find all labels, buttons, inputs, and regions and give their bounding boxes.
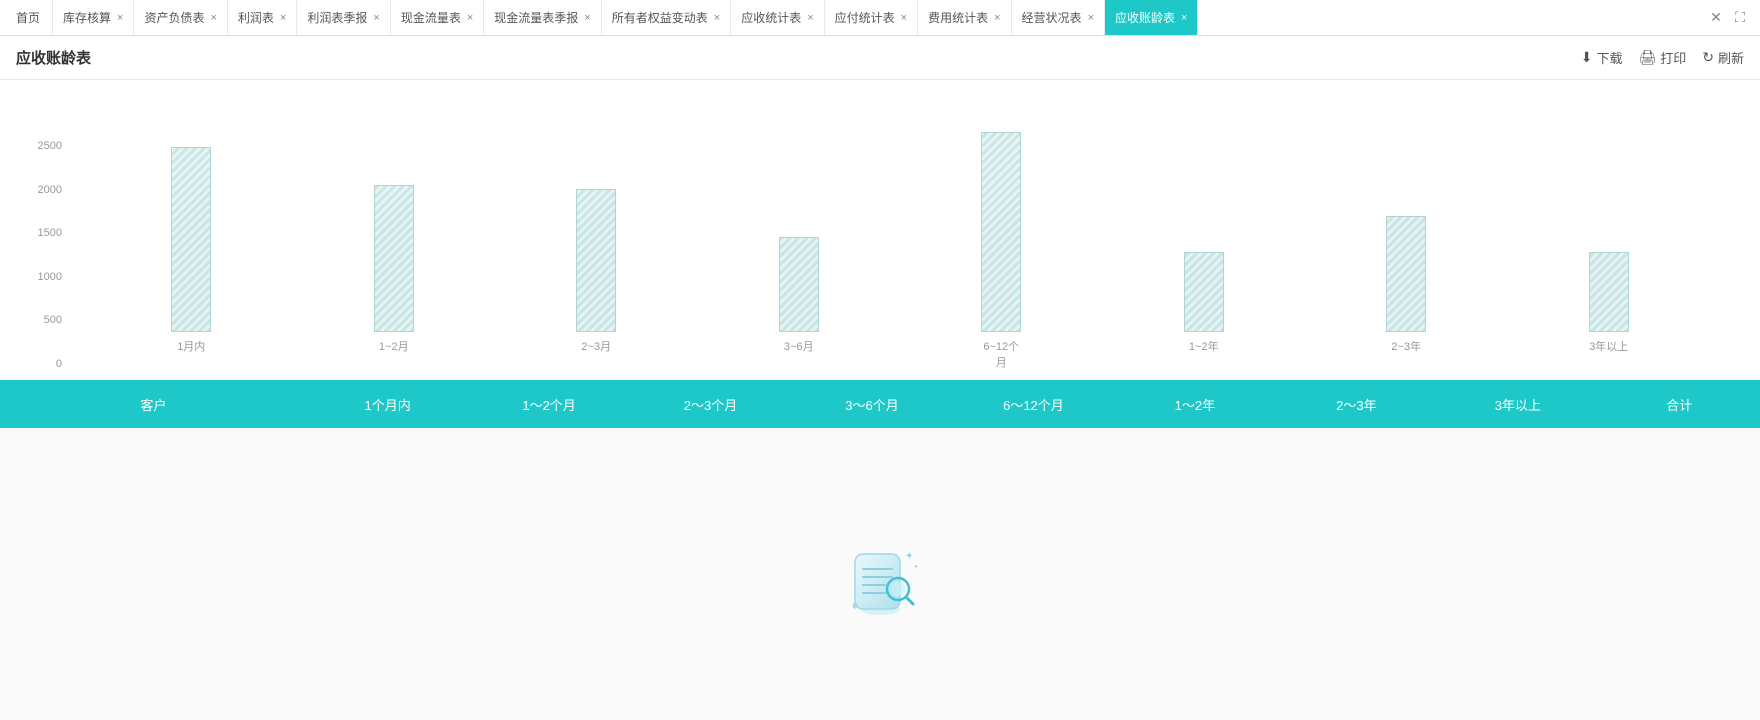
x-axis-labels: 1月内 1~2月 2~3月 3~6月 6~12个月 1~2年 2~3年 3年以上 [70,338,1730,370]
svg-text:✦: ✦ [913,563,919,571]
tab-close-icon[interactable]: × [901,12,907,24]
page-title: 应收账龄表 [16,47,91,68]
tab-home[interactable]: 首页 [4,0,53,36]
tab-label: 应收账龄表 [1115,9,1175,26]
svg-text:✦: ✦ [905,551,913,562]
chart-bar[interactable] [981,132,1021,332]
chart-bar[interactable] [1184,252,1224,332]
table-header: 客户1个月内1～2个月2～3个月3～6个月6～12个月1～2年2～3年3年以上合… [0,380,1760,428]
download-button[interactable]: ⬇ 下载 [1581,48,1623,67]
table-header-m1: 1个月内 [307,380,468,428]
tab-cashflow[interactable]: 现金流量表 × [391,0,484,36]
x-axis-label: 2~3年 [1386,338,1426,370]
tab-cashflow_quarterly[interactable]: 现金流量表季报 × [484,0,601,36]
close-window-button[interactable]: ✕ [1708,10,1724,26]
y-axis-label: 2500 [30,140,62,152]
tab-expense_stats[interactable]: 费用统计表 × [918,0,1011,36]
tab-home-label: 首页 [16,9,40,26]
tab-label: 利润表 [238,9,274,26]
tab-label: 费用统计表 [928,9,988,26]
table-header-y12: 1～2年 [1114,380,1275,428]
tab-close-icon[interactable]: × [584,12,590,24]
maximize-window-button[interactable]: ⛶ [1732,10,1748,26]
tab-inventory[interactable]: 库存核算 × [53,0,134,36]
table-header-customer: 客户 [0,380,307,428]
tab-equity[interactable]: 所有者权益变动表 × [602,0,731,36]
window-controls: ✕ ⛶ [1708,10,1756,26]
tab-label: 应收统计表 [741,9,801,26]
y-axis-label: 500 [30,314,62,326]
empty-illustration-icon: ✦ ✦ [835,534,925,624]
chart-area: 2500 2000 1500 1000 500 0 1月内 1~2月 2~3月 3~6月 6~12… [0,80,1760,380]
tab-close-icon[interactable]: × [373,12,379,24]
chart-inner: 1月内 1~2月 2~3月 3~6月 6~12个月 1~2年 2~3年 3年以上 [70,332,1730,370]
tab-label: 库存核算 [63,9,111,26]
empty-state: ✦ ✦ [835,534,925,624]
tab-close-icon[interactable]: × [1181,12,1187,24]
tab-bar: 首页 库存核算×资产负债表×利润表×利润表季报×现金流量表×现金流量表季报×所有… [0,0,1760,36]
chart-container: 2500 2000 1500 1000 500 0 1月内 1~2月 2~3月 3~6月 6~12… [30,100,1730,370]
y-axis-label: 0 [30,358,62,370]
y-axis-label: 2000 [30,184,62,196]
y-axis-label: 1000 [30,271,62,283]
tab-label: 利润表季报 [307,9,367,26]
chart-bar[interactable] [1386,216,1426,332]
tab-close-icon[interactable]: × [280,12,286,24]
x-axis-label: 1~2年 [1184,338,1224,370]
tab-profit[interactable]: 利润表 × [228,0,297,36]
refresh-button[interactable]: ↻ 刷新 [1702,48,1744,67]
tab-close-icon[interactable]: × [714,12,720,24]
chart-bar[interactable] [576,189,616,332]
tab-close-icon[interactable]: × [1088,12,1094,24]
refresh-icon: ↻ [1702,49,1714,66]
x-axis-label: 6~12个月 [981,338,1021,370]
y-axis: 2500 2000 1500 1000 500 0 [30,140,70,370]
x-axis-label: 3年以上 [1589,338,1629,370]
download-icon: ⬇ [1581,49,1593,66]
tab-label: 应付统计表 [835,9,895,26]
tab-ar_aging[interactable]: 应收账龄表 × [1105,0,1198,36]
table-body: ✦ ✦ [0,428,1760,720]
chart-bar[interactable] [779,237,819,332]
tab-close-icon[interactable]: × [467,12,473,24]
tab-label: 现金流量表 [401,9,461,26]
page-header: 应收账龄表 ⬇ 下载 🖨 打印 ↻ 刷新 [0,36,1760,80]
tab-label: 资产负债表 [144,9,204,26]
main-content: 2500 2000 1500 1000 500 0 1月内 1~2月 2~3月 3~6月 6~12… [0,80,1760,720]
print-button[interactable]: 🖨 打印 [1638,48,1686,67]
table-header-m23: 2～3个月 [630,380,791,428]
table-header-m12: 1～2个月 [468,380,629,428]
tab-label: 经营状况表 [1022,9,1082,26]
tab-close-icon[interactable]: × [807,12,813,24]
chart-bar[interactable] [374,185,414,332]
tab-close-icon[interactable]: × [117,12,123,24]
table-header-m36: 3～6个月 [791,380,952,428]
x-axis-label: 2~3月 [576,338,616,370]
table-header-y23: 2～3年 [1276,380,1437,428]
tab-label: 所有者权益变动表 [612,9,708,26]
tab-ap_stats[interactable]: 应付统计表 × [825,0,918,36]
x-axis-label: 1~2月 [374,338,414,370]
tab-ar_stats[interactable]: 应收统计表 × [731,0,824,36]
tab-profit_quarterly[interactable]: 利润表季报 × [297,0,390,36]
print-icon: 🖨 [1638,49,1656,66]
x-axis-label: 1月内 [171,338,211,370]
tab-close-icon[interactable]: × [994,12,1000,24]
table-header-y3plus: 3年以上 [1437,380,1598,428]
tab-label: 现金流量表季报 [494,9,578,26]
tab-balance[interactable]: 资产负债表 × [134,0,227,36]
tab-close-icon[interactable]: × [210,12,216,24]
chart-bar[interactable] [171,147,211,332]
chart-bar[interactable] [1589,252,1629,332]
header-actions: ⬇ 下载 🖨 打印 ↻ 刷新 [1581,48,1744,67]
x-axis-label: 3~6月 [779,338,819,370]
y-axis-label: 1500 [30,227,62,239]
table-header-m612: 6～12个月 [953,380,1114,428]
table-header-total: 合计 [1599,380,1760,428]
tab-operations[interactable]: 经营状况表 × [1012,0,1105,36]
